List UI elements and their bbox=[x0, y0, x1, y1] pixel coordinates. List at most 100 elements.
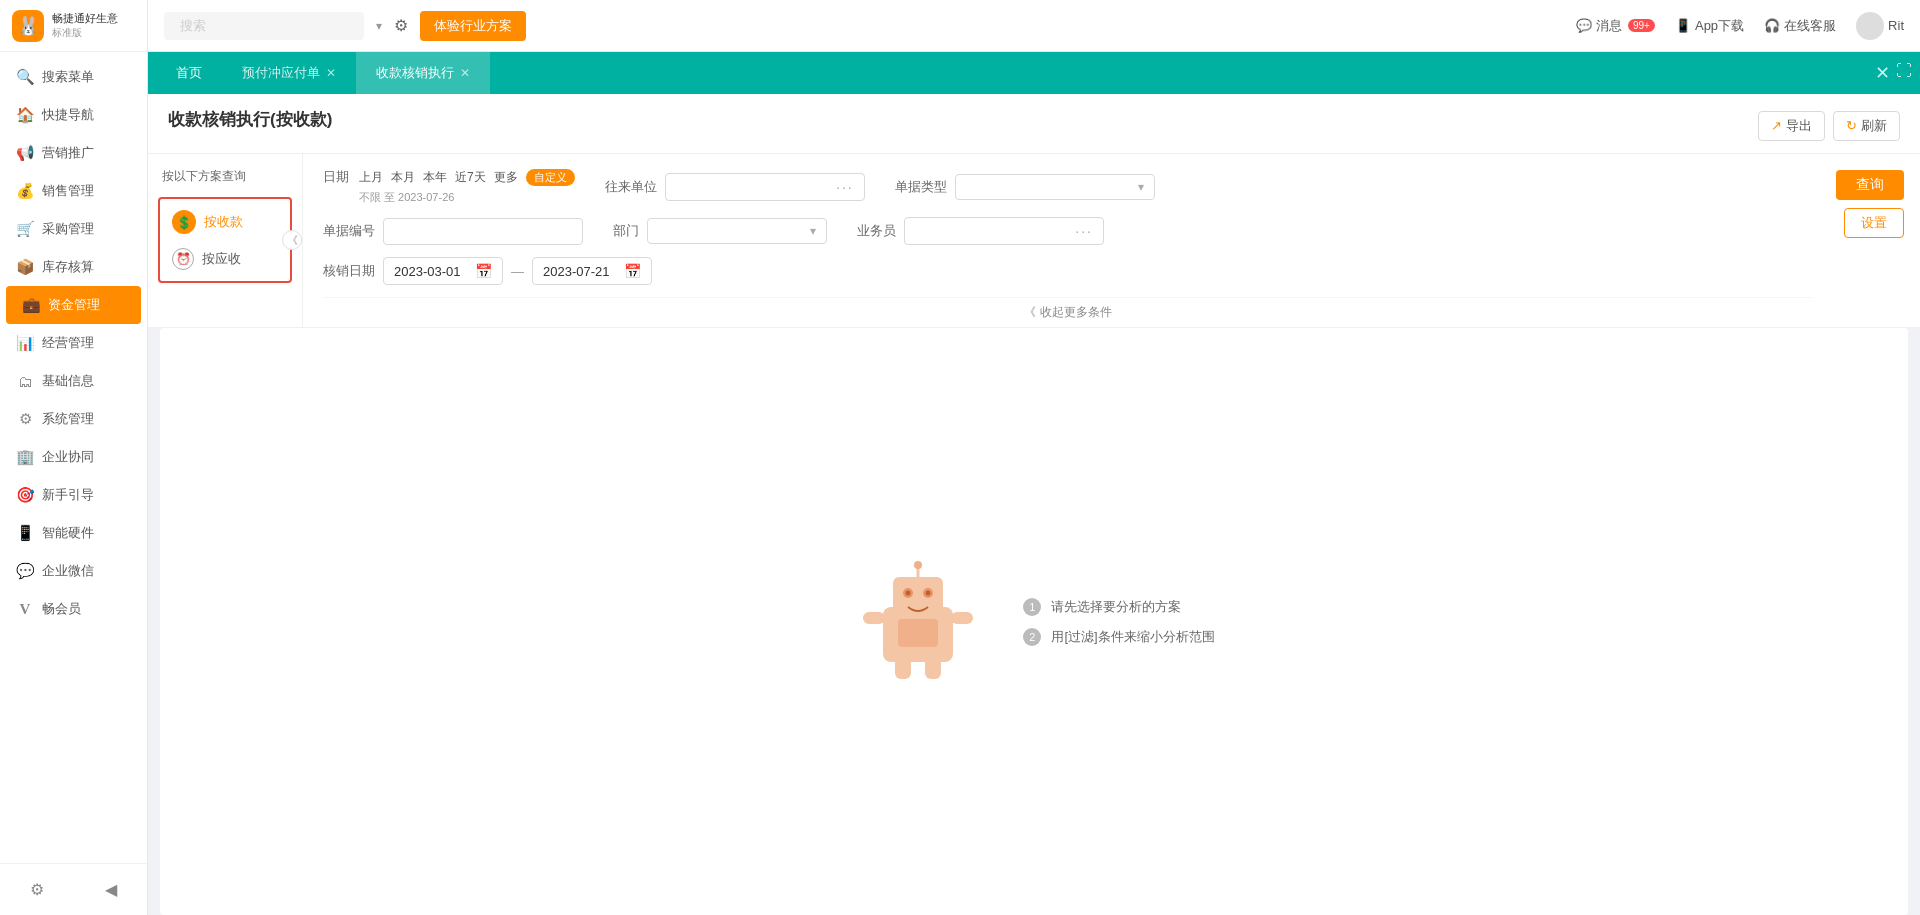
purchase-icon: 🛒 bbox=[16, 220, 34, 238]
doc-type-select[interactable]: ▾ bbox=[955, 174, 1155, 200]
filter-option-receivable[interactable]: ⏰ 按应收 bbox=[164, 241, 286, 277]
svg-rect-10 bbox=[898, 619, 938, 647]
sidebar-item-operation[interactable]: 📊 经营管理 bbox=[0, 324, 147, 362]
hardware-icon: 📱 bbox=[16, 524, 34, 542]
sidebar-item-finance[interactable]: 💼 资金管理 bbox=[6, 286, 141, 324]
topbar-left: 搜索 ▾ ⚙ 体验行业方案 bbox=[164, 11, 526, 41]
collapse-more-icon: 《 bbox=[1024, 304, 1036, 321]
dropdown-arrow-icon[interactable]: ▾ bbox=[376, 19, 382, 33]
sidebar-item-label: 库存核算 bbox=[42, 258, 94, 276]
avatar bbox=[1856, 12, 1884, 40]
svg-rect-8 bbox=[895, 657, 911, 679]
tab-home[interactable]: 首页 bbox=[156, 52, 222, 94]
sidebar-item-enterprise[interactable]: 🏢 企业协同 bbox=[0, 438, 147, 476]
filter-area: 按以下方案查询 💲 按收款 ⏰ 按应收 《 bbox=[148, 154, 1920, 328]
calendar-start-icon[interactable]: 📅 bbox=[475, 263, 492, 279]
sidebar-item-member[interactable]: V 畅会员 bbox=[0, 590, 147, 628]
sidebar-item-marketing[interactable]: 📢 营销推广 bbox=[0, 134, 147, 172]
counterparty-input[interactable]: ··· bbox=[665, 173, 865, 201]
tab-writeoff-label: 收款核销执行 bbox=[376, 64, 454, 82]
svg-rect-9 bbox=[925, 657, 941, 679]
staff-input[interactable]: ··· bbox=[904, 217, 1104, 245]
tab-writeoff-close[interactable]: ✕ bbox=[460, 66, 470, 80]
sidebar-item-label: 销售管理 bbox=[42, 182, 94, 200]
enterprise-icon: 🏢 bbox=[16, 448, 34, 466]
writeoff-start-value: 2023-03-01 bbox=[394, 264, 461, 279]
sidebar-item-sales[interactable]: 💰 销售管理 bbox=[0, 172, 147, 210]
user-profile[interactable]: Rit bbox=[1856, 12, 1904, 40]
date-btn-custom[interactable]: 自定义 bbox=[526, 169, 575, 186]
tip-text-1: 请先选择要分析的方案 bbox=[1051, 598, 1181, 616]
settings-icon[interactable]: ⚙ bbox=[394, 16, 408, 35]
system-icon: ⚙ bbox=[16, 410, 34, 428]
svg-rect-6 bbox=[863, 612, 885, 624]
calendar-end-icon[interactable]: 📅 bbox=[624, 263, 641, 279]
date-btn-this-month[interactable]: 本月 bbox=[391, 169, 415, 186]
service-icon: 🎧 bbox=[1764, 18, 1780, 33]
empty-state: 1 请先选择要分析的方案 2 用[过滤]条件来缩小分析范围 bbox=[148, 328, 1920, 915]
sidebar-item-label: 快捷导航 bbox=[42, 106, 94, 124]
dept-label: 部门 bbox=[613, 222, 639, 240]
app-download-button[interactable]: 📱 App下载 bbox=[1675, 17, 1744, 35]
sidebar-item-purchase[interactable]: 🛒 采购管理 bbox=[0, 210, 147, 248]
empty-illustration bbox=[853, 557, 983, 687]
sidebar-item-guide[interactable]: 🎯 新手引导 bbox=[0, 476, 147, 514]
filter-action-buttons: 查询 设置 bbox=[1828, 154, 1920, 327]
sidebar-item-wechat[interactable]: 💬 企业微信 bbox=[0, 552, 147, 590]
filter-form: 日期 上月 本月 本年 近7天 更多 自定义 不限 至 2023-07-26 bbox=[303, 154, 1828, 327]
empty-tips: 1 请先选择要分析的方案 2 用[过滤]条件来缩小分析范围 bbox=[1023, 598, 1214, 646]
sidebar-item-label: 企业协同 bbox=[42, 448, 94, 466]
solution-button[interactable]: 体验行业方案 bbox=[420, 11, 526, 41]
staff-dots-icon[interactable]: ··· bbox=[1075, 223, 1093, 239]
sidebar-item-inventory[interactable]: 📦 库存核算 bbox=[0, 248, 147, 286]
member-icon: V bbox=[16, 601, 34, 618]
sales-icon: 💰 bbox=[16, 182, 34, 200]
collapse-sidebar-button[interactable]: ◀ bbox=[99, 874, 123, 905]
dept-select[interactable]: ▾ bbox=[647, 218, 827, 244]
tab-prepay[interactable]: 预付冲应付单 ✕ bbox=[222, 52, 356, 94]
sidebar-item-label: 营销推广 bbox=[42, 144, 94, 162]
collapse-more-button[interactable]: 《 收起更多条件 bbox=[323, 297, 1812, 327]
finance-icon: 💼 bbox=[22, 296, 40, 314]
setting-button[interactable]: 设置 bbox=[1844, 208, 1904, 238]
date-btn-last-month[interactable]: 上月 bbox=[359, 169, 383, 186]
close-tab-icon[interactable]: ✕ bbox=[1875, 62, 1890, 84]
sidebar-item-label: 采购管理 bbox=[42, 220, 94, 238]
main-area: 搜索 ▾ ⚙ 体验行业方案 💬 消息 99+ 📱 App下载 🎧 在线客服 Ri… bbox=[148, 0, 1920, 915]
filter-row-3: 核销日期 2023-03-01 📅 — 2023-07-21 📅 bbox=[323, 257, 1812, 285]
doc-no-input[interactable] bbox=[383, 218, 583, 245]
date-btn-7days[interactable]: 近7天 bbox=[455, 169, 486, 186]
online-service-label: 在线客服 bbox=[1784, 17, 1836, 35]
settings-button[interactable]: ⚙ bbox=[24, 874, 50, 905]
empty-svg bbox=[853, 557, 983, 687]
export-button[interactable]: ↗ 导出 bbox=[1758, 111, 1825, 141]
tab-prepay-close[interactable]: ✕ bbox=[326, 66, 336, 80]
tab-writeoff[interactable]: 收款核销执行 ✕ bbox=[356, 52, 490, 94]
sidebar-item-quick-nav[interactable]: 🏠 快捷导航 bbox=[0, 96, 147, 134]
counterparty-label: 往来单位 bbox=[605, 178, 657, 196]
empty-tip-2: 2 用[过滤]条件来缩小分析范围 bbox=[1023, 628, 1214, 646]
sidebar-item-system[interactable]: ⚙ 系统管理 bbox=[0, 400, 147, 438]
tab-prepay-label: 预付冲应付单 bbox=[242, 64, 320, 82]
sidebar-item-search[interactable]: 🔍 搜索菜单 bbox=[0, 58, 147, 96]
refresh-button[interactable]: ↻ 刷新 bbox=[1833, 111, 1900, 141]
expand-icon[interactable]: ⛶ bbox=[1896, 62, 1912, 84]
counterparty-dots-icon[interactable]: ··· bbox=[836, 179, 854, 195]
query-button[interactable]: 查询 bbox=[1836, 170, 1904, 200]
filter-option-receipt[interactable]: 💲 按收款 bbox=[164, 203, 286, 241]
writeoff-end-date[interactable]: 2023-07-21 📅 bbox=[532, 257, 652, 285]
search-bar[interactable]: 搜索 bbox=[164, 12, 364, 40]
sidebar-item-hardware[interactable]: 📱 智能硬件 bbox=[0, 514, 147, 552]
collapse-filter-button[interactable]: 《 bbox=[282, 230, 302, 250]
operation-icon: 📊 bbox=[16, 334, 34, 352]
message-button[interactable]: 💬 消息 99+ bbox=[1576, 17, 1655, 35]
sidebar-item-label: 新手引导 bbox=[42, 486, 94, 504]
inventory-icon: 📦 bbox=[16, 258, 34, 276]
sidebar-item-basic-info[interactable]: 🗂 基础信息 bbox=[0, 362, 147, 400]
tab-home-label: 首页 bbox=[176, 64, 202, 82]
writeoff-start-date[interactable]: 2023-03-01 📅 bbox=[383, 257, 503, 285]
date-btn-this-year[interactable]: 本年 bbox=[423, 169, 447, 186]
online-service-button[interactable]: 🎧 在线客服 bbox=[1764, 17, 1836, 35]
filter-receivable-label: 按应收 bbox=[202, 250, 241, 268]
date-btn-more[interactable]: 更多 bbox=[494, 169, 518, 186]
